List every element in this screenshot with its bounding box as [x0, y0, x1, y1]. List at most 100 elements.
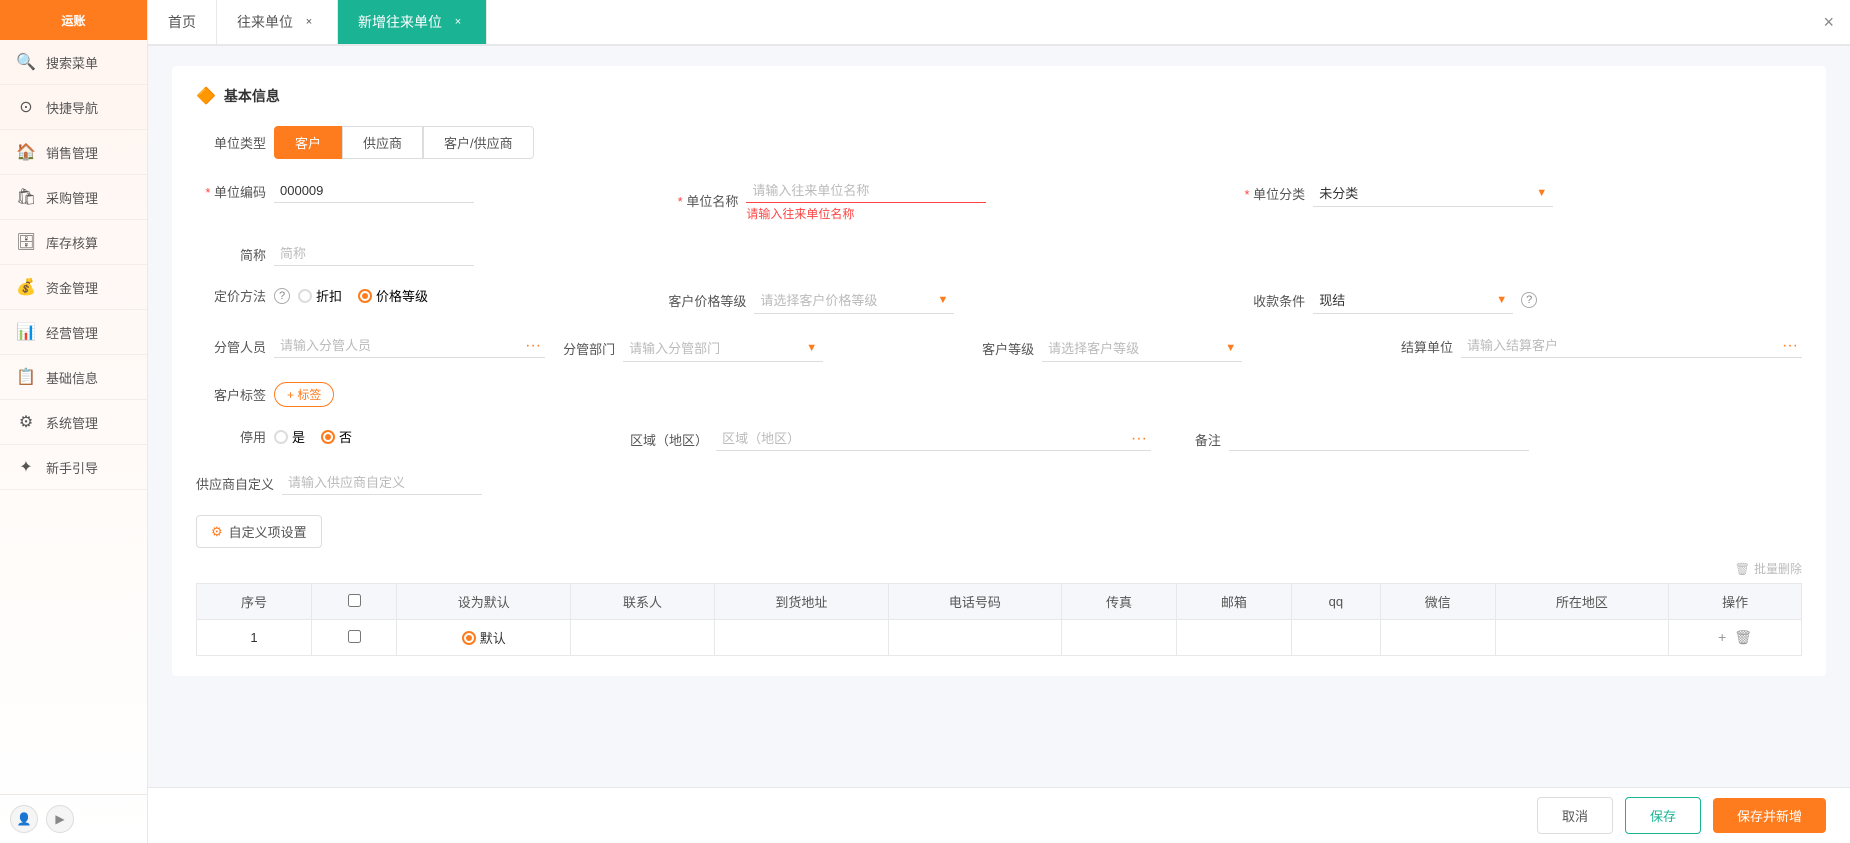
section-title: 🔶 基本信息 [196, 86, 1802, 106]
close-all-tabs[interactable]: × [1807, 0, 1850, 44]
sidebar-item-system[interactable]: ⚙ 系统管理 [0, 400, 147, 445]
dept-field: 分管部门 请输入分管部门 ▼ [545, 334, 964, 362]
col-actions: 操作 [1669, 584, 1802, 620]
sidebar-item-sales[interactable]: 🏠 销售管理 [0, 130, 147, 175]
row-address[interactable] [715, 620, 888, 656]
add-row-icon[interactable]: + [1718, 629, 1726, 646]
sidebar-item-search[interactable]: 🔍 搜索菜单 [0, 40, 147, 85]
unit-type-customer[interactable]: 客户 [274, 126, 342, 159]
row-action-group: + 🗑 [1681, 629, 1789, 646]
main-area: 首页 往来单位 × 新增往来单位 × × 🔶 基本信息 单位类型 客户 [148, 0, 1850, 843]
manager-more-btn[interactable]: ··· [521, 337, 545, 355]
sidebar-item-finance[interactable]: 💰 资金管理 [0, 265, 147, 310]
home-icon: ⊙ [16, 97, 36, 117]
cancel-button[interactable]: 取消 [1537, 797, 1613, 834]
purchase-icon: 🛍 [16, 187, 36, 207]
default-radio[interactable] [462, 631, 476, 645]
row-qq[interactable] [1291, 620, 1380, 656]
remarks-label: 备注 [1151, 430, 1221, 449]
row-default[interactable]: 默认 [397, 620, 570, 656]
section-icon: 🔶 [196, 86, 216, 106]
abbr-field: 简称 [196, 242, 1802, 266]
tab-add-partner-label: 新增往来单位 [358, 12, 442, 32]
batch-delete-area[interactable]: 🗑 批量删除 [196, 560, 1802, 577]
customer-price-field: 客户价格等级 请选择客户价格等级 ▼ [668, 286, 1235, 314]
level-radio[interactable] [358, 289, 372, 303]
row-region[interactable] [1495, 620, 1668, 656]
sidebar-item-guide[interactable]: ✦ 新手引导 [0, 445, 147, 490]
unit-category-select[interactable]: 未分类 ▼ [1313, 179, 1553, 207]
sidebar-item-inventory[interactable]: 🗄 库存核算 [0, 220, 147, 265]
unit-type-both[interactable]: 客户/供应商 [423, 126, 534, 159]
yes-radio[interactable] [274, 430, 288, 444]
col-address: 到货地址 [715, 584, 888, 620]
remarks-input[interactable] [1229, 427, 1529, 451]
remarks-field: 备注 [1151, 427, 1802, 451]
manager-row: 分管人员 ··· 分管部门 请输入分管部门 ▼ 客户等级 [196, 334, 1802, 362]
unit-type-supplier[interactable]: 供应商 [342, 126, 423, 159]
row-fax[interactable] [1062, 620, 1177, 656]
tab-partners[interactable]: 往来单位 × [217, 0, 338, 44]
row-actions: + 🗑 [1669, 620, 1802, 656]
row-contact[interactable] [570, 620, 714, 656]
payment-help-icon[interactable]: ? [1521, 292, 1537, 308]
sidebar-item-basic[interactable]: 📋 基础信息 [0, 355, 147, 400]
disabled-yes[interactable]: 是 [274, 427, 305, 446]
pricing-help-icon[interactable]: ? [274, 288, 290, 304]
settlement-field: 结算单位 ··· [1383, 334, 1802, 358]
sidebar-avatar[interactable]: 👤 [10, 805, 38, 833]
tab-home[interactable]: 首页 [148, 0, 217, 44]
sidebar-item-label: 资金管理 [46, 278, 98, 297]
customer-level-field: 客户等级 请选择客户等级 ▼ [964, 334, 1383, 362]
pricing-discount[interactable]: 折扣 [298, 286, 342, 305]
payment-terms-select[interactable]: 现结 ▼ [1313, 286, 1513, 314]
settlement-input-group: ··· [1461, 334, 1802, 358]
row-checkbox[interactable] [311, 620, 397, 656]
add-tag-btn[interactable]: + 标签 [274, 382, 334, 407]
col-default: 设为默认 [397, 584, 570, 620]
sidebar-item-label: 库存核算 [46, 233, 98, 252]
supplier-custom-input[interactable] [282, 471, 482, 495]
customer-level-select[interactable]: 请选择客户等级 ▼ [1042, 334, 1242, 362]
tab-add-partner-close[interactable]: × [450, 14, 466, 30]
disabled-field: 停用 是 否 [196, 427, 630, 446]
batch-delete-label[interactable]: 批量删除 [1754, 560, 1802, 577]
row-phone[interactable] [888, 620, 1061, 656]
save-new-button[interactable]: 保存并新增 [1713, 798, 1826, 833]
unit-category-label: 单位分类 [1235, 184, 1305, 203]
pricing-level[interactable]: 价格等级 [358, 286, 428, 305]
sidebar-item-operation[interactable]: 📊 经营管理 [0, 310, 147, 355]
region-more-btn[interactable]: ··· [1127, 430, 1151, 448]
col-checkbox[interactable] [311, 584, 397, 620]
settlement-input[interactable] [1461, 334, 1778, 357]
row-wechat[interactable] [1380, 620, 1495, 656]
no-radio[interactable] [321, 430, 335, 444]
sales-icon: 🏠 [16, 142, 36, 162]
sidebar-bottom: 👤 ▶ [0, 794, 147, 843]
tab-partners-close[interactable]: × [301, 14, 317, 30]
dept-select[interactable]: 请输入分管部门 ▼ [623, 334, 823, 362]
region-input[interactable] [716, 427, 1127, 450]
tab-add-partner[interactable]: 新增往来单位 × [338, 0, 487, 44]
unit-code-input[interactable] [274, 179, 474, 203]
sidebar-item-label: 搜索菜单 [46, 53, 98, 72]
abbr-label: 简称 [196, 245, 266, 264]
sidebar-item-purchase[interactable]: 🛍 采购管理 [0, 175, 147, 220]
delete-row-icon[interactable]: 🗑 [1734, 629, 1752, 646]
disabled-no[interactable]: 否 [321, 427, 352, 446]
sidebar-item-shortcut[interactable]: ⊙ 快捷导航 [0, 85, 147, 130]
contacts-table: 序号 设为默认 联系人 到货地址 电话号码 传真 邮箱 qq 微信 所在地区 操… [196, 583, 1802, 656]
row-email[interactable] [1176, 620, 1291, 656]
content-area: 🔶 基本信息 单位类型 客户 供应商 客户/供应商 单位编码 [148, 46, 1850, 787]
manager-input[interactable] [274, 334, 521, 357]
unit-name-input[interactable] [746, 179, 986, 203]
sidebar-expand-btn[interactable]: ▶ [46, 805, 74, 833]
save-button[interactable]: 保存 [1625, 797, 1701, 834]
select-all-checkbox[interactable] [348, 594, 361, 607]
abbr-input[interactable] [274, 242, 474, 266]
custom-settings-btn[interactable]: ⚙ 自定义项设置 [196, 515, 322, 548]
footer: 取消 保存 保存并新增 [148, 787, 1850, 843]
settlement-more-btn[interactable]: ··· [1778, 337, 1802, 355]
discount-radio[interactable] [298, 289, 312, 303]
customer-price-select[interactable]: 请选择客户价格等级 ▼ [754, 286, 954, 314]
